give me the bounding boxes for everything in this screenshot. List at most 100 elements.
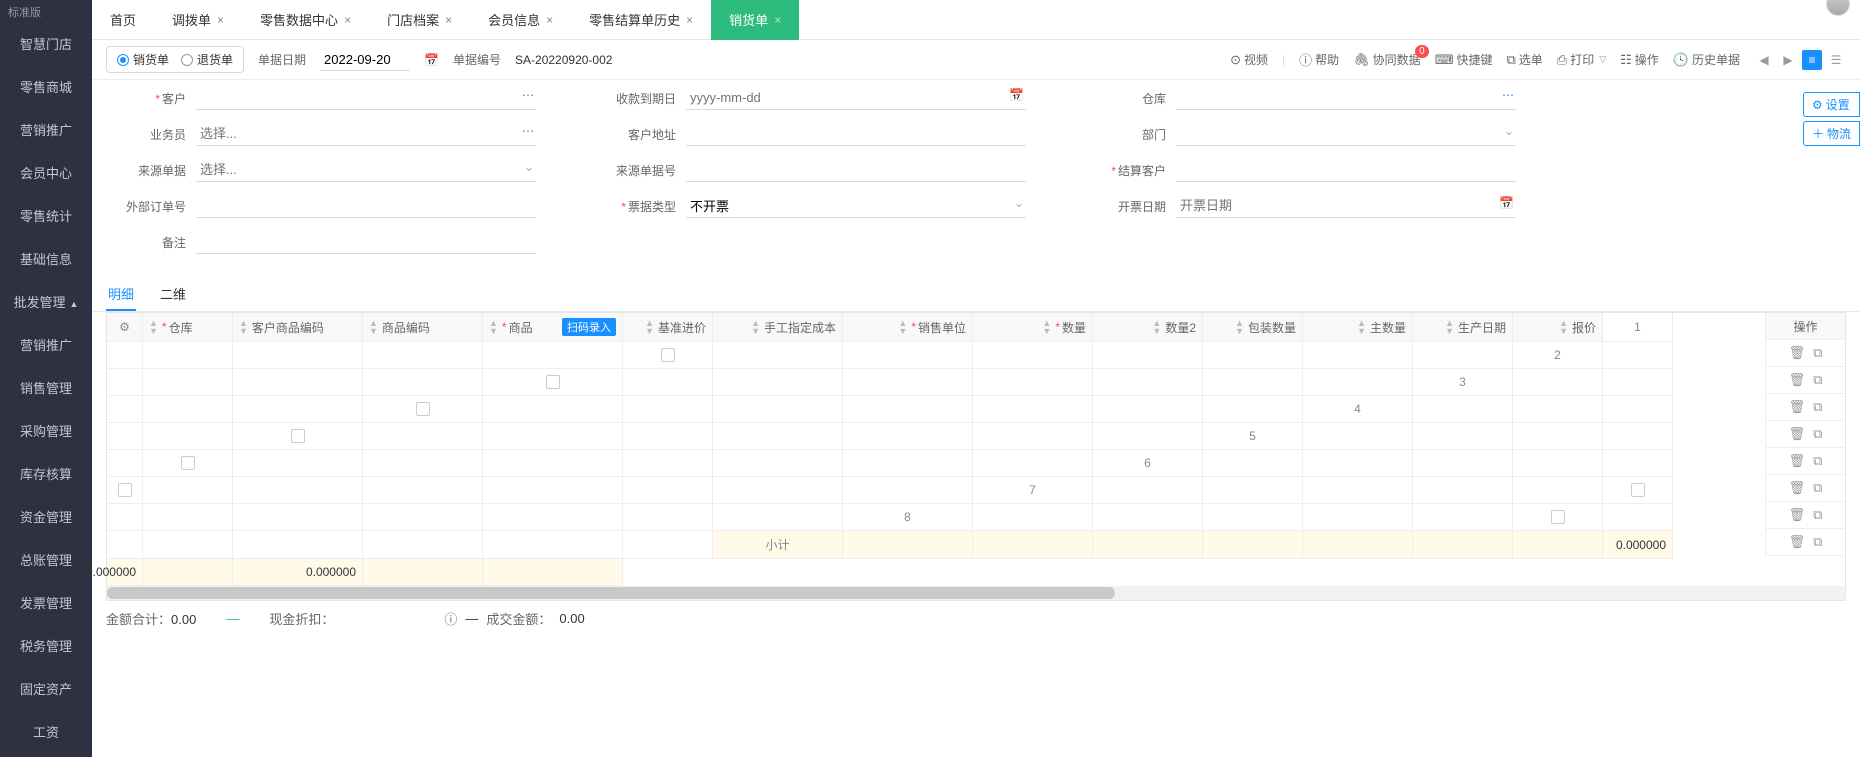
tab-6[interactable]: 销货单× bbox=[711, 0, 799, 40]
grid-cell[interactable] bbox=[1303, 342, 1413, 369]
grid-cell[interactable] bbox=[1093, 423, 1203, 450]
invoice-date-calendar-icon[interactable]: 📅 bbox=[1499, 196, 1514, 210]
grid-cell[interactable] bbox=[107, 342, 143, 369]
copy-icon[interactable]: ⧉ bbox=[1813, 345, 1822, 361]
tool-operate[interactable]: ☷操作 bbox=[1620, 51, 1659, 68]
checkbox[interactable] bbox=[118, 483, 132, 497]
grid-header-cell[interactable]: ▲▼*销售单位 bbox=[843, 313, 973, 342]
grid-cell[interactable] bbox=[973, 450, 1093, 477]
delete-icon[interactable]: 🗑 bbox=[1789, 426, 1806, 442]
grid-cell[interactable] bbox=[843, 477, 973, 504]
grid-cell[interactable] bbox=[143, 504, 233, 531]
grid-cell[interactable] bbox=[1413, 504, 1513, 531]
delete-icon[interactable]: 🗑 bbox=[1789, 534, 1806, 550]
grid-cell[interactable] bbox=[623, 369, 713, 396]
grid-cell[interactable] bbox=[1513, 369, 1603, 396]
invoice-type-input[interactable] bbox=[686, 194, 1026, 218]
grid-cell[interactable] bbox=[1203, 450, 1303, 477]
dept-input[interactable] bbox=[1176, 122, 1516, 146]
grid-cell[interactable] bbox=[623, 342, 713, 369]
grid-cell[interactable] bbox=[1093, 396, 1203, 423]
grid-cell[interactable] bbox=[973, 342, 1093, 369]
tool-help[interactable]: ⓘ帮助 bbox=[1299, 50, 1339, 69]
sidebar-item-0[interactable]: 智慧门店 bbox=[0, 22, 92, 65]
grid-cell[interactable] bbox=[713, 450, 843, 477]
grid-cell[interactable] bbox=[1093, 342, 1203, 369]
copy-icon[interactable]: ⧉ bbox=[1813, 372, 1822, 388]
grid-cell[interactable] bbox=[483, 531, 623, 559]
tab-detail[interactable]: 明细 bbox=[106, 278, 136, 311]
tab-0[interactable]: 首页 bbox=[92, 0, 154, 40]
grid-cell[interactable] bbox=[1303, 369, 1413, 396]
grid-cell[interactable] bbox=[363, 504, 483, 531]
grid-cell[interactable] bbox=[1203, 477, 1303, 504]
grid-cell[interactable] bbox=[973, 369, 1093, 396]
grid-cell[interactable] bbox=[483, 369, 623, 396]
grid-cell[interactable] bbox=[363, 369, 483, 396]
tool-history[interactable]: 🕓历史单据 bbox=[1673, 51, 1740, 68]
sidebar-item-8[interactable]: 销售管理 bbox=[0, 366, 92, 409]
grid-cell[interactable] bbox=[1303, 450, 1413, 477]
grid-header-cell[interactable]: ▲▼主数量 bbox=[1303, 313, 1413, 342]
doc-date-input[interactable] bbox=[320, 49, 410, 71]
invoice-type-dropdown-icon[interactable]: ⌄ bbox=[1014, 196, 1024, 210]
grid-header-cell[interactable]: ▲▼数量2 bbox=[1093, 313, 1203, 342]
grid-cell[interactable] bbox=[1603, 450, 1673, 477]
radio-return-order[interactable]: 退货单 bbox=[181, 51, 233, 68]
warehouse-input[interactable] bbox=[1176, 86, 1516, 110]
grid-cell[interactable] bbox=[483, 504, 623, 531]
tab-close-icon[interactable]: × bbox=[774, 13, 781, 27]
copy-icon[interactable]: ⧉ bbox=[1813, 534, 1822, 550]
view-list-icon[interactable]: ≡ bbox=[1802, 50, 1822, 70]
grid-cell[interactable] bbox=[363, 342, 483, 369]
checkbox[interactable] bbox=[1631, 483, 1645, 497]
side-settings-button[interactable]: ⚙设置 bbox=[1803, 92, 1860, 117]
grid-cell[interactable] bbox=[1513, 396, 1603, 423]
grid-cell[interactable] bbox=[843, 369, 973, 396]
grid-header-cell[interactable]: ▲▼报价 bbox=[1513, 313, 1603, 342]
grid-cell[interactable] bbox=[1413, 342, 1513, 369]
delete-icon[interactable]: 🗑 bbox=[1789, 399, 1806, 415]
tab-2[interactable]: 零售数据中心× bbox=[242, 0, 369, 40]
grid-cell[interactable] bbox=[1513, 504, 1603, 531]
sidebar-item-1[interactable]: 零售商城 bbox=[0, 65, 92, 108]
grid-cell[interactable] bbox=[843, 342, 973, 369]
grid-cell[interactable] bbox=[1093, 369, 1203, 396]
dept-dropdown-icon[interactable]: ⌄ bbox=[1504, 124, 1514, 138]
grid-cell[interactable] bbox=[1203, 396, 1303, 423]
grid-cell[interactable] bbox=[1303, 504, 1413, 531]
grid-cell[interactable] bbox=[363, 423, 483, 450]
delete-icon[interactable]: 🗑 bbox=[1789, 453, 1806, 469]
src-doc-no-input[interactable] bbox=[686, 158, 1026, 182]
grid-cell[interactable] bbox=[1303, 477, 1413, 504]
grid-cell[interactable] bbox=[1413, 396, 1513, 423]
sidebar-item-13[interactable]: 发票管理 bbox=[0, 581, 92, 624]
grid-cell[interactable] bbox=[107, 477, 143, 504]
grid-cell[interactable] bbox=[143, 369, 233, 396]
grid-cell[interactable] bbox=[483, 423, 623, 450]
grid-cell[interactable] bbox=[1413, 423, 1513, 450]
grid-cell[interactable] bbox=[1203, 504, 1303, 531]
grid-cell[interactable] bbox=[1303, 423, 1413, 450]
tab-close-icon[interactable]: × bbox=[546, 13, 553, 27]
grid-cell[interactable] bbox=[1603, 477, 1673, 504]
nav-prev-icon[interactable]: ◀ bbox=[1754, 50, 1774, 70]
tab-close-icon[interactable]: × bbox=[344, 13, 351, 27]
checkbox[interactable] bbox=[1551, 510, 1565, 524]
grid-header-cell[interactable]: ▲▼生产日期 bbox=[1413, 313, 1513, 342]
grid-cell[interactable] bbox=[1093, 504, 1203, 531]
delete-icon[interactable]: 🗑 bbox=[1789, 345, 1806, 361]
settle-cust-input[interactable] bbox=[1176, 158, 1516, 182]
grid-cell[interactable] bbox=[973, 396, 1093, 423]
grid-cell[interactable] bbox=[107, 531, 143, 559]
grid-cell[interactable] bbox=[233, 369, 363, 396]
customer-more-icon[interactable]: ⋯ bbox=[522, 88, 534, 102]
grid-cell[interactable] bbox=[1603, 396, 1673, 423]
grid-cell[interactable] bbox=[623, 477, 713, 504]
grid-cell[interactable] bbox=[713, 342, 843, 369]
grid-header-cell[interactable]: ▲▼*仓库 bbox=[143, 313, 233, 342]
checkbox[interactable] bbox=[291, 429, 305, 443]
tab-1[interactable]: 调拨单× bbox=[154, 0, 242, 40]
warehouse-more-icon[interactable]: ⋯ bbox=[1502, 88, 1514, 102]
grid-cell[interactable] bbox=[843, 450, 973, 477]
